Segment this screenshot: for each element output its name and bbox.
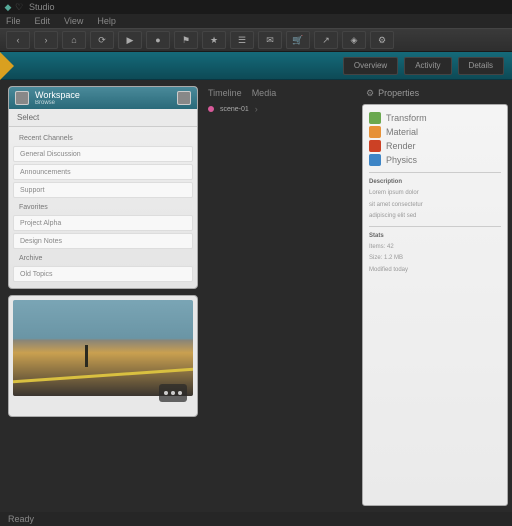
mail-button[interactable]: ✉ (258, 31, 282, 49)
right-column: ⚙ Properties Transform Material Render Phys… (362, 80, 512, 512)
right-panel: Transform Material Render Physics Descripti… (362, 104, 508, 506)
toolbar: ‹›⌂⟳▶●⚑★☰✉🛒↗◈⚙ (0, 28, 512, 52)
avatar-secondary[interactable] (177, 91, 191, 105)
ribbon-tab-activity[interactable]: Activity (404, 57, 451, 75)
app-icon: ◆ (4, 3, 12, 11)
list-item[interactable]: Design Notes (13, 233, 193, 249)
property-icon (369, 112, 381, 124)
share-button[interactable]: ↗ (314, 31, 338, 49)
property-item[interactable]: Material (369, 125, 501, 139)
app-title: Studio (29, 2, 55, 12)
preview-image[interactable] (13, 300, 193, 396)
chevron-right-icon: › (255, 104, 258, 114)
divider (369, 172, 501, 173)
list-item[interactable]: Project Alpha (13, 215, 193, 231)
settings-button[interactable]: ⚙ (370, 31, 394, 49)
sys-tray: ◆ ♡ (4, 3, 23, 11)
back-button[interactable]: ‹ (6, 31, 30, 49)
dot-icon (171, 391, 175, 395)
status-text: Ready (8, 514, 34, 524)
gear-icon[interactable]: ⚙ (366, 88, 374, 99)
ribbon-tab-details[interactable]: Details (458, 57, 504, 75)
section-label-2: Favorites (13, 200, 193, 213)
property-label: Transform (386, 113, 427, 123)
property-item[interactable]: Transform (369, 111, 501, 125)
layers-button[interactable]: ☰ (230, 31, 254, 49)
right-title: Properties (378, 88, 419, 98)
heart-icon: ♡ (15, 3, 23, 11)
profile-title: Workspace (35, 90, 80, 100)
info-line: sit amet consectetur (369, 201, 501, 209)
tag-dot-icon (208, 106, 214, 112)
info-label: Description (369, 178, 501, 186)
tag-button[interactable]: ◈ (342, 31, 366, 49)
list-item[interactable]: Announcements (13, 164, 193, 180)
forward-button[interactable]: › (34, 31, 58, 49)
property-icon (369, 126, 381, 138)
workspace: Workspace Browse Select Recent Channels … (0, 80, 512, 512)
menu-file[interactable]: File (6, 16, 21, 26)
card-body: Recent Channels General Discussion Annou… (9, 127, 197, 288)
left-column: Workspace Browse Select Recent Channels … (0, 80, 198, 512)
center-tab-timeline[interactable]: Timeline (208, 88, 242, 98)
property-label: Material (386, 127, 418, 137)
avatar[interactable] (15, 91, 29, 105)
list-item[interactable]: General Discussion (13, 146, 193, 162)
property-label: Render (386, 141, 416, 151)
property-icon (369, 140, 381, 152)
center-tab-media[interactable]: Media (252, 88, 277, 98)
meta-label: Stats (369, 232, 501, 240)
property-item[interactable]: Physics (369, 153, 501, 167)
cart-button[interactable]: 🛒 (286, 31, 310, 49)
statusbar: Ready (0, 512, 512, 526)
menu-edit[interactable]: Edit (35, 16, 51, 26)
ribbon-tab-overview[interactable]: Overview (343, 57, 398, 75)
section-label-3: Archive (13, 251, 193, 264)
tag-label[interactable]: scene-01 (220, 106, 249, 113)
profile-header: Workspace Browse (9, 87, 197, 109)
center-column: Timeline Media scene-01 › (198, 80, 362, 512)
right-header: ⚙ Properties (362, 86, 508, 100)
preview-controls[interactable] (159, 384, 187, 402)
divider (369, 226, 501, 227)
record-button[interactable]: ● (146, 31, 170, 49)
property-item[interactable]: Render (369, 139, 501, 153)
dot-icon (164, 391, 168, 395)
meta-line: Modified today (369, 266, 501, 274)
menu-help[interactable]: Help (97, 16, 116, 26)
flag-button[interactable]: ⚑ (174, 31, 198, 49)
property-icon (369, 154, 381, 166)
meta-line: Size: 1.2 MB (369, 254, 501, 262)
refresh-button[interactable]: ⟳ (90, 31, 114, 49)
preview-card (8, 295, 198, 417)
home-button[interactable]: ⌂ (62, 31, 86, 49)
section-label-1: Recent Channels (13, 131, 193, 144)
meta-line: Items: 42 (369, 243, 501, 251)
info-line: Lorem ipsum dolor (369, 189, 501, 197)
star-button[interactable]: ★ (202, 31, 226, 49)
titlebar: ◆ ♡ Studio (0, 0, 512, 14)
list-item[interactable]: Support (13, 182, 193, 198)
list-item[interactable]: Old Topics (13, 266, 193, 282)
menu-view[interactable]: View (64, 16, 83, 26)
info-line: adipiscing elit sed (369, 212, 501, 220)
center-tabs: Timeline Media (202, 86, 358, 100)
profile-sub: Browse (35, 100, 80, 106)
card-sub: Select (9, 109, 197, 127)
ribbon: Overview Activity Details (0, 52, 512, 80)
play-button[interactable]: ▶ (118, 31, 142, 49)
profile-card: Workspace Browse Select Recent Channels … (8, 86, 198, 289)
property-label: Physics (386, 155, 417, 165)
menubar: File Edit View Help (0, 14, 512, 28)
dot-icon (178, 391, 182, 395)
tag-row: scene-01 › (202, 100, 358, 118)
